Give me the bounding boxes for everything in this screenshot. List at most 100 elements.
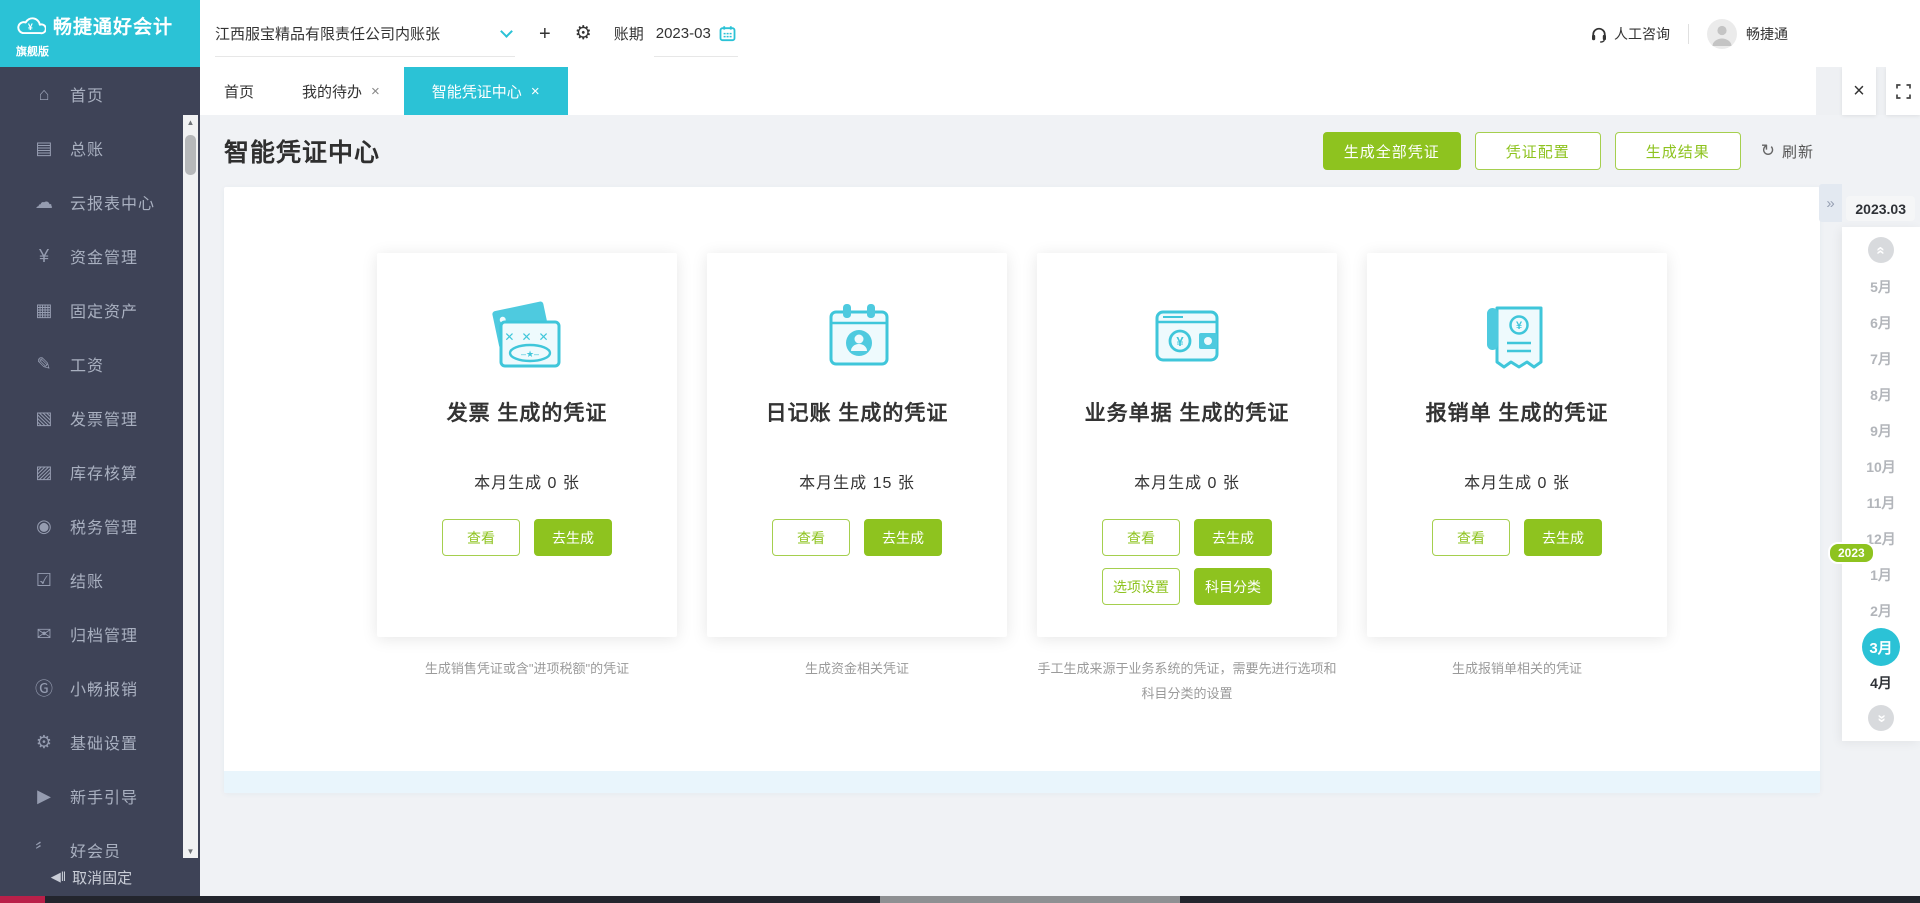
support-link[interactable]: 人工咨询	[1590, 24, 1670, 44]
header: ¥ 畅捷通好会计 旗舰版 江西服宝精品有限责任公司内账张 + ⚙ 账期 2023…	[0, 0, 1920, 67]
sidebar-item-invoice-management[interactable]: ▧ 发票管理	[0, 391, 200, 445]
company-selector[interactable]: 江西服宝精品有限责任公司内账张	[215, 11, 515, 57]
go-generate-button[interactable]: 去生成	[1194, 519, 1272, 556]
subject-category-button[interactable]: 科目分类	[1194, 568, 1272, 605]
month-item-jul[interactable]: 7月	[1870, 341, 1892, 377]
tab-actions: ×	[1816, 67, 1920, 115]
month-item-may[interactable]: 5月	[1870, 269, 1892, 305]
go-generate-button[interactable]: 去生成	[534, 519, 612, 556]
cloud-report-icon: ☁	[35, 191, 53, 212]
sidebar-item-funds[interactable]: ¥ 资金管理	[0, 229, 200, 283]
username: 畅捷通	[1746, 25, 1788, 42]
chevron-up-icon: «	[1872, 245, 1890, 255]
go-generate-button[interactable]: 去生成	[864, 519, 942, 556]
svg-text:¥: ¥	[1516, 320, 1523, 332]
month-rail: « 5月 6月 7月 8月 9月 10月 11月 12月 1月 2月 3月 4月…	[1828, 227, 1920, 741]
sidebar-item-closing[interactable]: ☑ 结账	[0, 553, 200, 607]
gear-icon[interactable]: ⚙	[575, 24, 592, 43]
voucher-config-button[interactable]: 凭证配置	[1474, 132, 1601, 170]
tab-smart-voucher-center[interactable]: 智能凭证中心 ×	[403, 67, 568, 115]
card-invoice-vouchers: ✕✕✕ –★– 发票 生成的凭证 本月生成 0 张 查看 去生成	[377, 253, 677, 637]
unpin-sidebar-button[interactable]: ◀‖ 取消固定	[0, 858, 183, 896]
view-button[interactable]: 查看	[1102, 519, 1180, 556]
view-button[interactable]: 查看	[772, 519, 850, 556]
card-expense-vouchers: ¥ 报销单 生成的凭证 本月生成 0 张 查看 去生成	[1367, 253, 1667, 637]
tab-my-todo[interactable]: 我的待办 ×	[278, 67, 404, 115]
sidebar-item-beginner-guide[interactable]: ▶ 新手引导	[0, 769, 200, 823]
support-label: 人工咨询	[1614, 25, 1670, 42]
sidebar-item-inventory[interactable]: ▨ 库存核算	[0, 445, 200, 499]
page-title: 智能凭证中心	[224, 139, 381, 167]
invoice-icon: ▧	[35, 407, 53, 428]
sidebar-item-fixed-assets[interactable]: ▦ 固定资产	[0, 283, 200, 337]
go-generate-button[interactable]: 去生成	[1524, 519, 1602, 556]
sidebar-item-general-ledger[interactable]: ▤ 总账	[0, 121, 200, 175]
card-title: 发票 生成的凭证	[446, 402, 608, 425]
month-item-sep[interactable]: 9月	[1870, 413, 1892, 449]
year-badge: 2023	[1828, 542, 1875, 564]
sidebar-item-cloud-reports[interactable]: ☁ 云报表中心	[0, 175, 200, 229]
home-icon: ⌂	[38, 83, 50, 104]
tab-close-icon[interactable]: ×	[531, 83, 540, 100]
sidebar-menu: ⌂ 首页 ▤ 总账 ☁ 云报表中心 ¥ 资金管理 ▦ 固定资产 ✎ 工资 ▧ 发…	[0, 67, 200, 877]
generate-all-vouchers-button[interactable]: 生成全部凭证	[1322, 132, 1461, 170]
sidebar-item-settings[interactable]: ⚙ 基础设置	[0, 715, 200, 769]
ledger-icon: ▤	[35, 137, 53, 158]
view-button[interactable]: 查看	[442, 519, 520, 556]
fullscreen-button[interactable]	[1886, 67, 1920, 115]
card-title: 日记账 生成的凭证	[765, 402, 949, 425]
refresh-button[interactable]: ↻ 刷新	[1755, 132, 1820, 170]
chevron-down-icon: «	[1872, 713, 1890, 723]
card-caption: 手工生成来源于业务系统的凭证，需要先进行选项和科目分类的设置	[1037, 661, 1337, 701]
option-settings-button[interactable]: 选项设置	[1102, 568, 1180, 605]
collapse-rail-button[interactable]: »	[1819, 184, 1842, 222]
month-item-nov[interactable]: 11月	[1867, 485, 1896, 521]
card-count: 本月生成 0 张	[474, 475, 580, 492]
tab-close-icon[interactable]: ×	[371, 83, 380, 100]
chevron-down-icon	[500, 24, 513, 38]
cloud-logo-icon: ¥	[16, 14, 46, 38]
tab-home[interactable]: 首页	[200, 67, 278, 115]
card-count: 本月生成 15 张	[799, 475, 915, 492]
month-item-feb[interactable]: 2月	[1870, 593, 1892, 629]
tab-bar: 首页 我的待办 × 智能凭证中心 × ×	[200, 67, 1920, 115]
scrollbar-thumb[interactable]	[185, 135, 196, 175]
panel-footer-strip	[224, 771, 1820, 793]
sidebar: ⌂ 首页 ▤ 总账 ☁ 云报表中心 ¥ 资金管理 ▦ 固定资产 ✎ 工资 ▧ 发…	[0, 67, 200, 896]
play-icon: ▶	[37, 785, 51, 806]
card-title: 报销单 生成的凭证	[1425, 402, 1609, 425]
sidebar-scrollbar[interactable]: ▲ ▼	[183, 115, 198, 858]
scroll-months-up-button[interactable]: «	[1868, 237, 1894, 263]
scroll-months-down-button[interactable]: «	[1868, 705, 1894, 731]
scrollbar-up-icon[interactable]: ▲	[183, 115, 198, 129]
view-button[interactable]: 查看	[1432, 519, 1510, 556]
fullscreen-icon	[1895, 83, 1911, 99]
svg-text:✕✕✕: ✕✕✕	[504, 330, 555, 344]
calendar-icon[interactable]	[719, 25, 736, 42]
month-item-jun[interactable]: 6月	[1870, 305, 1892, 341]
page-actions: 生成全部凭证 凭证配置 生成结果 ↻ 刷新	[1322, 132, 1820, 170]
card-business-doc-vouchers: ¥ 业务单据 生成的凭证 本月生成 0 张 查看 去生成 选项设置 科目分类	[1037, 253, 1337, 637]
month-item-mar-selected[interactable]: 3月	[1862, 628, 1900, 666]
sidebar-item-archive[interactable]: ✉ 归档管理	[0, 607, 200, 661]
sidebar-item-tax[interactable]: ◉ 税务管理	[0, 499, 200, 553]
user-menu[interactable]: 畅捷通	[1707, 18, 1788, 49]
month-item-oct[interactable]: 10月	[1866, 449, 1896, 485]
product-name: 畅捷通好会计	[53, 17, 174, 38]
month-item-jan[interactable]: 1月	[1870, 557, 1892, 593]
sidebar-item-payroll[interactable]: ✎ 工资	[0, 337, 200, 391]
month-item-apr[interactable]: 4月	[1870, 665, 1892, 701]
sidebar-item-home[interactable]: ⌂ 首页	[0, 67, 200, 121]
sidebar-item-expense[interactable]: Ⓖ 小畅报销	[0, 661, 200, 715]
card-title: 业务单据 生成的凭证	[1084, 402, 1290, 425]
header-divider	[1688, 23, 1689, 44]
scrollbar-down-icon[interactable]: ▼	[183, 844, 198, 858]
generate-result-button[interactable]: 生成结果	[1614, 132, 1741, 170]
voucher-panel: ✕✕✕ –★– 发票 生成的凭证 本月生成 0 张 查看 去生成 日记账 生成的…	[224, 187, 1820, 793]
month-item-aug[interactable]: 8月	[1870, 377, 1892, 413]
invoice-doc-icon: ✕✕✕ –★–	[475, 295, 579, 381]
close-all-tabs-button[interactable]: ×	[1842, 67, 1876, 115]
add-account-button[interactable]: +	[539, 24, 551, 44]
double-chevron-right-icon: »	[1826, 194, 1835, 212]
period-selector[interactable]: 2023-03	[653, 11, 738, 57]
